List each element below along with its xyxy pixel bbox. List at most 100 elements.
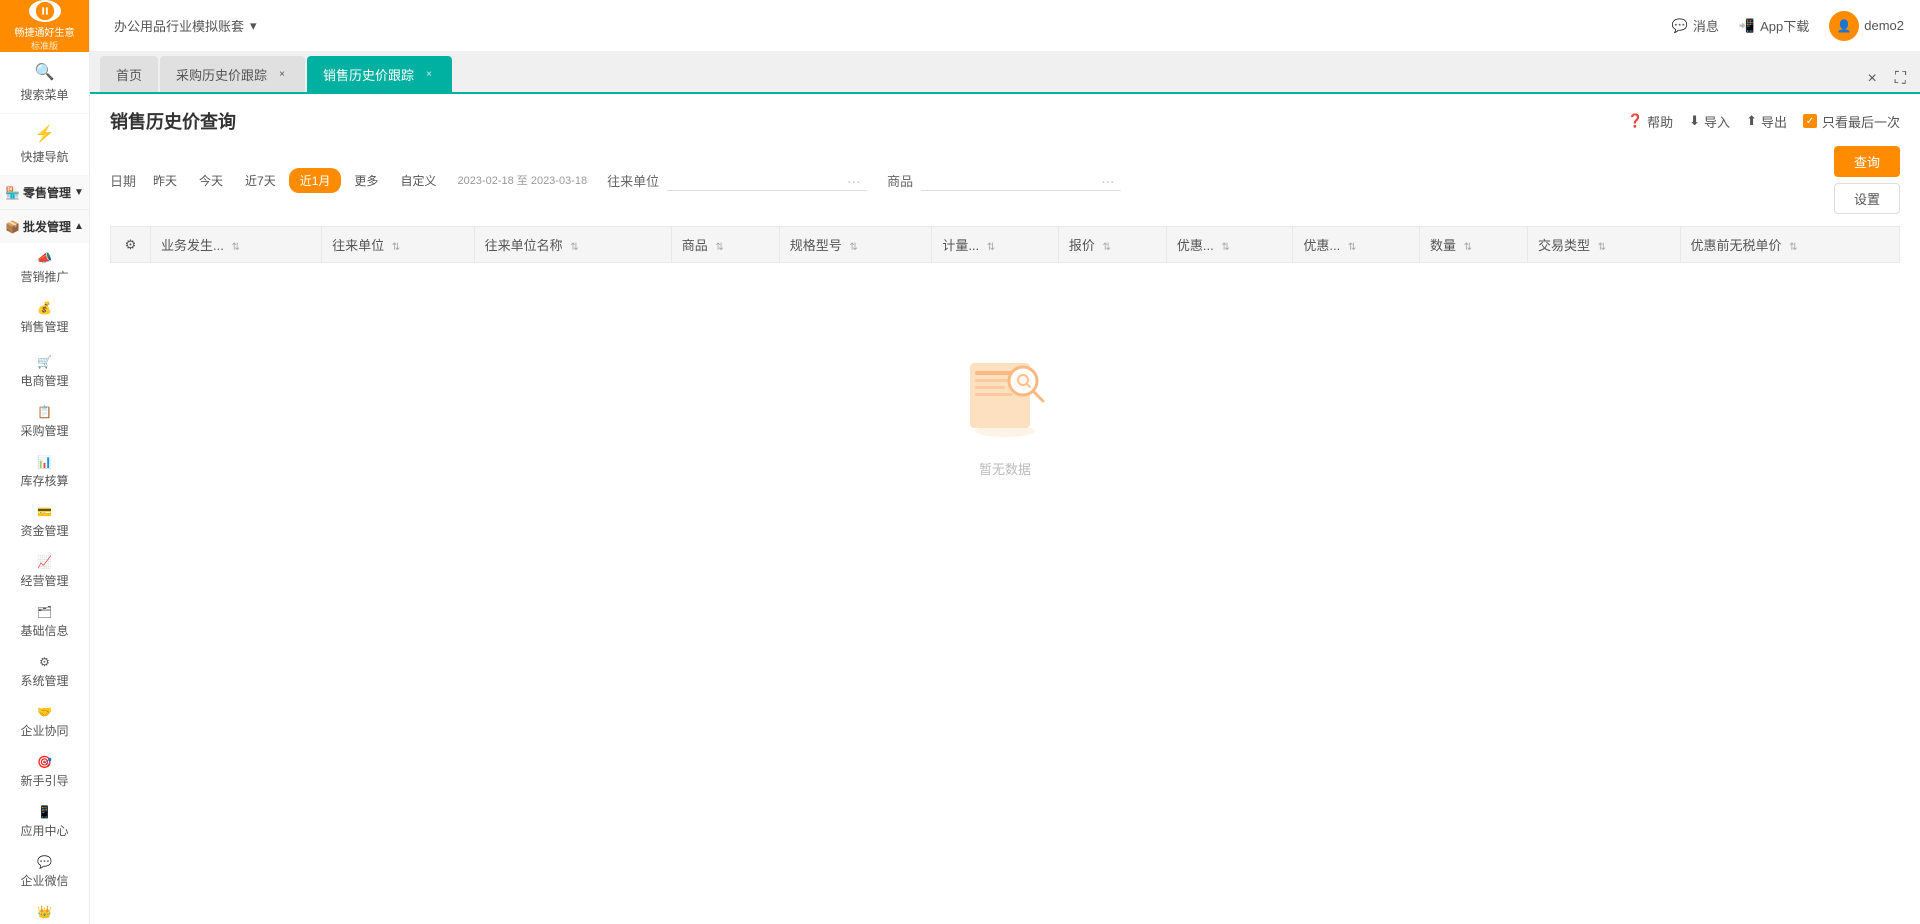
sales-mgmt-label: 销售管理 [20,318,68,335]
close-all-tabs-btn[interactable]: × [1863,66,1880,92]
sidebar-item-operations[interactable]: 📈 经营管理 [0,547,90,597]
sidebar-item-newbie[interactable]: 🎯 新手引导 [0,747,90,797]
help-label: 帮助 [1647,112,1673,131]
search-menu-icon: 🔍 [35,62,55,82]
query-button[interactable]: 查询 [1834,146,1900,177]
product-dots[interactable]: ... [1101,170,1114,188]
table-col-discount1[interactable]: 优惠... ⇅ [1166,227,1293,263]
sidebar-item-vip[interactable]: 👑 畅会员 [0,897,90,924]
table-col-partner-code[interactable]: 往来单位 ⇅ [322,227,475,263]
empty-state: 暂无数据 [110,263,1900,558]
message-btn[interactable]: 💬 消息 [1672,16,1719,35]
newbie-icon: 🎯 [37,755,52,769]
operations-icon: 📈 [37,555,52,569]
tab-bar: 首页 采购历史价跟踪 × 销售历史价跟踪 × × ⛶ [90,52,1920,94]
maximize-btn[interactable]: ⛶ [1891,66,1910,92]
search-menu-label: 搜索菜单 [20,86,68,103]
date-btn-today[interactable]: 今天 [190,168,232,193]
tab-purchase-history-close-btn[interactable]: × [275,67,289,81]
table-col-product[interactable]: 商品 ⇅ [671,227,779,263]
only-last-checkbox[interactable]: ✓ 只看最后一次 [1803,112,1900,131]
table-col-settings[interactable]: ⚙ [111,227,151,263]
sidebar-item-app-center[interactable]: 📱 应用中心 [0,797,90,847]
table-col-discount2[interactable]: 优惠... ⇅ [1293,227,1420,263]
settings-button[interactable]: 设置 [1834,183,1900,214]
table-col-pretax-price-label: 优惠前无税单价 [1691,238,1782,253]
table-col-quantity[interactable]: 数量 ⇅ [1419,227,1527,263]
date-btn-more[interactable]: 更多 [345,168,387,193]
sidebar-section-wholesale[interactable]: 📦 批发管理 ▲ [0,209,90,243]
enterprise-label: 企业协同 [20,722,68,739]
sidebar-item-purchase[interactable]: 📋 采购管理 [0,397,90,447]
avatar-icon: 👤 [1837,19,1852,33]
app-download-btn[interactable]: 📲 App下载 [1739,16,1809,35]
user-menu-btn[interactable]: 👤 demo2 [1829,11,1904,41]
tab-home-label: 首页 [116,65,142,84]
partner-input[interactable] [667,171,843,186]
table-container[interactable]: ⚙ 业务发生... ⇅ 往来单位 ⇅ 往来单位名称 ⇅ [90,226,1920,924]
sidebar-item-quick-nav[interactable]: ⚡ 快捷导航 [0,114,90,176]
date-btn-custom[interactable]: 自定义 [391,168,445,193]
tab-sales-history[interactable]: 销售历史价跟踪 × [307,56,452,92]
table-col-discount1-label: 优惠... [1177,238,1214,253]
app-subtitle: 标准版 [31,39,58,52]
partner-dots[interactable]: ... [847,170,860,188]
tab-bar-right: × ⛶ [1863,66,1910,92]
sort-price-icon: ⇅ [1103,242,1111,253]
sidebar-section-retail[interactable]: 🏪 零售管理 ▼ [0,176,90,209]
sidebar-item-sales-mgmt[interactable]: 💰 销售管理 [0,293,90,343]
sidebar-item-wechat[interactable]: 💬 企业微信 [0,847,90,897]
import-btn[interactable]: ⬇ 导入 [1689,112,1730,131]
wechat-label: 企业微信 [20,872,68,889]
table-settings-icon[interactable]: ⚙ [125,237,137,252]
table-col-spec[interactable]: 规格型号 ⇅ [779,227,932,263]
purchase-icon: 📋 [37,405,52,419]
sidebar-item-finance[interactable]: 💳 资金管理 [0,497,90,547]
sidebar-item-marketing[interactable]: 📣 营销推广 [0,243,90,293]
app-download-icon: 📲 [1739,18,1755,34]
date-filter-group: 日期 昨天 今天 近7天 近1月 更多 自定义 2023-02-18 至 202… [110,168,587,193]
product-input[interactable] [921,171,1097,186]
table-col-partner-name[interactable]: 往来单位名称 ⇅ [474,227,671,263]
empty-illustration [945,343,1065,443]
sidebar-item-basic-info[interactable]: 🗂 基础信息 [0,597,90,647]
app-center-label: 应用中心 [20,822,68,839]
sort-spec-icon: ⇅ [849,242,857,253]
table-col-price[interactable]: 报价 ⇅ [1058,227,1166,263]
operations-label: 经营管理 [20,572,68,589]
table-col-unit[interactable]: 计量... ⇅ [932,227,1059,263]
dropdown-chevron-icon: ▾ [250,18,257,34]
sort-quantity-icon: ⇅ [1464,242,1472,253]
sidebar-item-enterprise[interactable]: 🤝 企业协同 [0,697,90,747]
retail-label: 零售管理 [23,184,71,201]
table-col-trade-type[interactable]: 交易类型 ⇅ [1527,227,1680,263]
product-filter-group: 商品 ... [887,170,1121,191]
date-btn-yesterday[interactable]: 昨天 [144,168,186,193]
sidebar-item-inventory[interactable]: 📊 库存核算 [0,447,90,497]
partner-filter-group: 往来单位 ... [607,170,867,191]
sidebar-item-system[interactable]: ⚙ 系统管理 [0,647,90,697]
table-header-row: ⚙ 业务发生... ⇅ 往来单位 ⇅ 往来单位名称 ⇅ [111,227,1900,263]
tab-sales-history-close-btn[interactable]: × [422,67,436,81]
purchase-label: 采购管理 [20,422,68,439]
account-selector[interactable]: 办公用品行业模拟账套 ▾ [106,12,265,39]
sidebar-item-search-menu[interactable]: 🔍 搜索菜单 [0,52,90,114]
table-col-pretax-price[interactable]: 优惠前无税单价 ⇅ [1680,227,1900,263]
message-label: 消息 [1693,16,1719,35]
table-col-quantity-label: 数量 [1430,238,1456,253]
help-btn[interactable]: ❓ 帮助 [1627,112,1673,131]
sort-business-date-icon: ⇅ [231,242,239,253]
sidebar: 畅捷通好生意 标准版 🔍 搜索菜单 ⚡ 快捷导航 🏪 零售管理 ▼ 📦 批发管理… [0,0,90,924]
date-btn-1month[interactable]: 近1月 [289,168,342,193]
table-col-product-label: 商品 [682,238,708,253]
table-col-business-date[interactable]: 业务发生... ⇅ [151,227,322,263]
date-btn-7days[interactable]: 近7天 [236,168,285,193]
export-btn[interactable]: ⬆ 导出 [1746,112,1787,131]
tab-home[interactable]: 首页 [100,56,158,92]
import-icon: ⬇ [1689,113,1700,129]
app-title: 畅捷通好生意 [15,24,75,39]
tab-purchase-history[interactable]: 采购历史价跟踪 × [160,56,305,92]
account-selector-label: 办公用品行业模拟账套 [114,16,244,35]
ecommerce-icon: 🛒 [37,355,52,369]
sidebar-item-ecommerce[interactable]: 🛒 电商管理 [0,347,90,397]
